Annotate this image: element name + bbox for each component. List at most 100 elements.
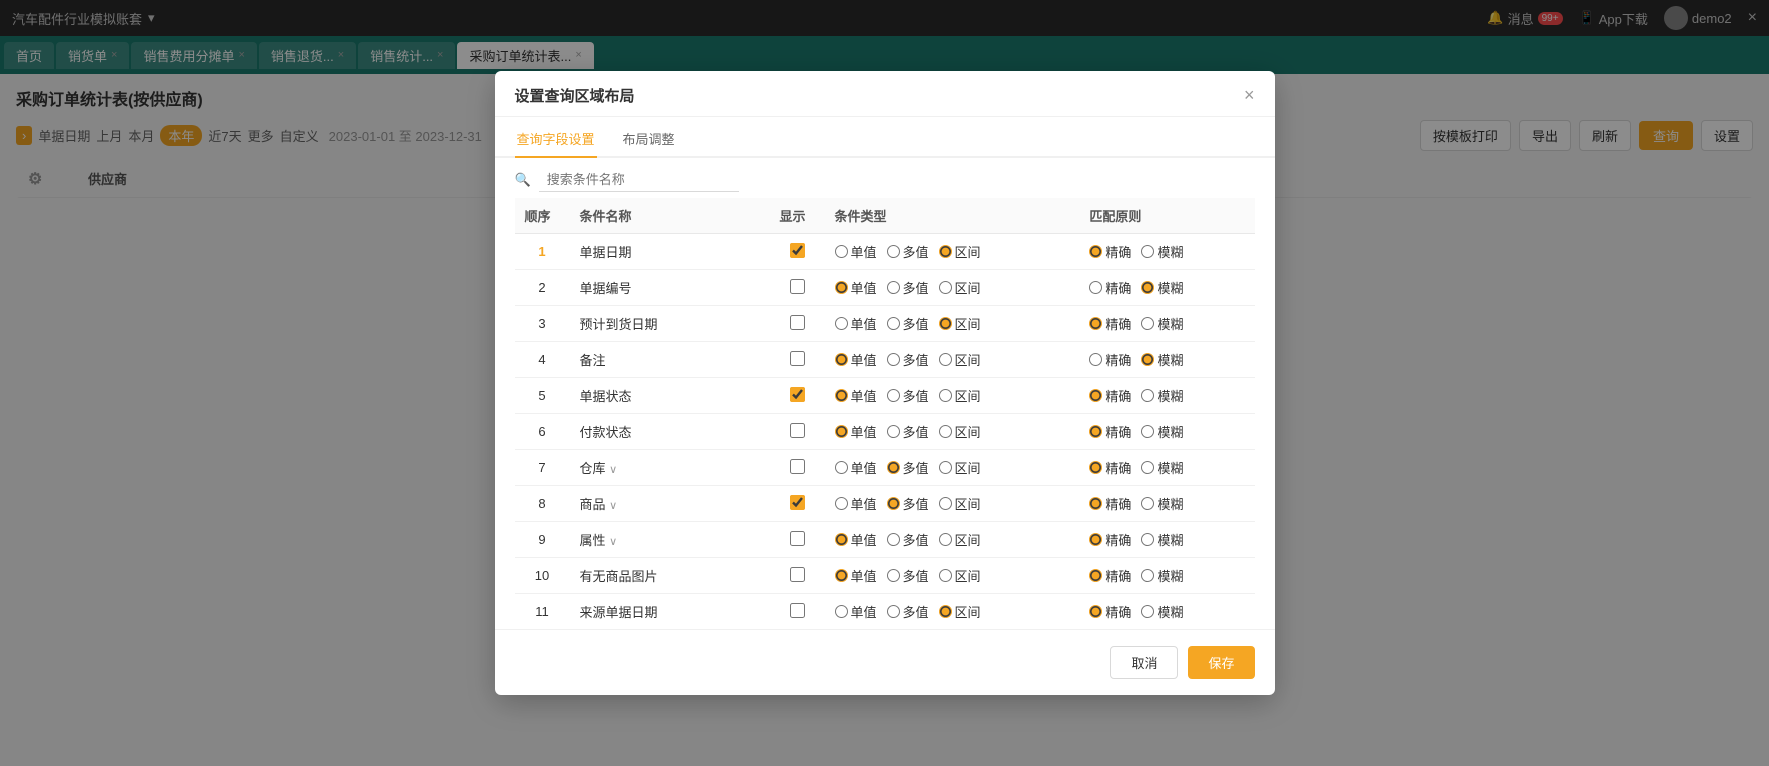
- match-radio-item-exact[interactable]: 精确: [1089, 566, 1131, 585]
- type-radio-item-multi[interactable]: 多值: [887, 350, 929, 369]
- type-radio-item-single[interactable]: 单值: [835, 566, 877, 585]
- type-radio-range[interactable]: [939, 425, 952, 438]
- match-radio-fuzzy[interactable]: [1141, 245, 1154, 258]
- display-checkbox[interactable]: [790, 423, 805, 438]
- match-radio-item-fuzzy[interactable]: 模糊: [1141, 458, 1183, 477]
- type-radio-item-multi[interactable]: 多值: [887, 602, 929, 621]
- type-radio-item-range[interactable]: 区间: [939, 350, 981, 369]
- type-radio-item-single[interactable]: 单值: [835, 422, 877, 441]
- type-radio-range[interactable]: [939, 461, 952, 474]
- match-radio-item-exact[interactable]: 精确: [1089, 278, 1131, 297]
- match-radio-exact[interactable]: [1089, 497, 1102, 510]
- type-radio-item-multi[interactable]: 多值: [887, 422, 929, 441]
- match-radio-item-exact[interactable]: 精确: [1089, 314, 1131, 333]
- type-radio-multi[interactable]: [887, 281, 900, 294]
- match-radio-item-exact[interactable]: 精确: [1089, 602, 1131, 621]
- type-radio-single[interactable]: [835, 533, 848, 546]
- type-radio-item-multi[interactable]: 多值: [887, 494, 929, 513]
- display-checkbox[interactable]: [790, 495, 805, 510]
- type-radio-range[interactable]: [939, 569, 952, 582]
- save-button[interactable]: 保存: [1188, 646, 1254, 679]
- display-checkbox[interactable]: [790, 243, 805, 258]
- type-radio-single[interactable]: [835, 425, 848, 438]
- match-radio-fuzzy[interactable]: [1141, 605, 1154, 618]
- match-radio-item-exact[interactable]: 精确: [1089, 530, 1131, 549]
- match-radio-item-exact[interactable]: 精确: [1089, 386, 1131, 405]
- type-radio-multi[interactable]: [887, 245, 900, 258]
- tab-layout-adjust[interactable]: 布局调整: [621, 121, 677, 158]
- match-radio-exact[interactable]: [1089, 569, 1102, 582]
- match-radio-fuzzy[interactable]: [1141, 461, 1154, 474]
- tab-query-fields[interactable]: 查询字段设置: [515, 121, 597, 158]
- display-checkbox[interactable]: [790, 351, 805, 366]
- type-radio-multi[interactable]: [887, 389, 900, 402]
- type-radio-multi[interactable]: [887, 533, 900, 546]
- type-radio-single[interactable]: [835, 317, 848, 330]
- type-radio-item-range[interactable]: 区间: [939, 242, 981, 261]
- match-radio-item-fuzzy[interactable]: 模糊: [1141, 386, 1183, 405]
- type-radio-item-single[interactable]: 单值: [835, 494, 877, 513]
- type-radio-item-single[interactable]: 单值: [835, 602, 877, 621]
- dialog-close-button[interactable]: ×: [1244, 85, 1255, 106]
- type-radio-range[interactable]: [939, 389, 952, 402]
- match-radio-fuzzy[interactable]: [1141, 389, 1154, 402]
- search-input[interactable]: [539, 168, 739, 192]
- match-radio-item-fuzzy[interactable]: 模糊: [1141, 494, 1183, 513]
- type-radio-item-single[interactable]: 单值: [835, 278, 877, 297]
- type-radio-multi[interactable]: [887, 353, 900, 366]
- type-radio-range[interactable]: [939, 245, 952, 258]
- match-radio-exact[interactable]: [1089, 317, 1102, 330]
- match-radio-item-fuzzy[interactable]: 模糊: [1141, 530, 1183, 549]
- type-radio-range[interactable]: [939, 497, 952, 510]
- match-radio-item-fuzzy[interactable]: 模糊: [1141, 242, 1183, 261]
- type-radio-item-range[interactable]: 区间: [939, 278, 981, 297]
- type-radio-item-single[interactable]: 单值: [835, 386, 877, 405]
- match-radio-item-exact[interactable]: 精确: [1089, 494, 1131, 513]
- type-radio-single[interactable]: [835, 461, 848, 474]
- type-radio-range[interactable]: [939, 533, 952, 546]
- match-radio-item-fuzzy[interactable]: 模糊: [1141, 350, 1183, 369]
- match-radio-exact[interactable]: [1089, 425, 1102, 438]
- type-radio-multi[interactable]: [887, 461, 900, 474]
- match-radio-exact[interactable]: [1089, 605, 1102, 618]
- match-radio-item-exact[interactable]: 精确: [1089, 242, 1131, 261]
- match-radio-exact[interactable]: [1089, 533, 1102, 546]
- type-radio-item-range[interactable]: 区间: [939, 458, 981, 477]
- type-radio-item-multi[interactable]: 多值: [887, 242, 929, 261]
- type-radio-item-multi[interactable]: 多值: [887, 278, 929, 297]
- type-radio-item-range[interactable]: 区间: [939, 566, 981, 585]
- match-radio-item-fuzzy[interactable]: 模糊: [1141, 314, 1183, 333]
- match-radio-exact[interactable]: [1089, 353, 1102, 366]
- type-radio-item-multi[interactable]: 多值: [887, 530, 929, 549]
- type-radio-item-single[interactable]: 单值: [835, 242, 877, 261]
- match-radio-exact[interactable]: [1089, 461, 1102, 474]
- type-radio-single[interactable]: [835, 245, 848, 258]
- type-radio-item-range[interactable]: 区间: [939, 314, 981, 333]
- type-radio-single[interactable]: [835, 569, 848, 582]
- match-radio-exact[interactable]: [1089, 389, 1102, 402]
- type-radio-item-single[interactable]: 单值: [835, 458, 877, 477]
- match-radio-fuzzy[interactable]: [1141, 533, 1154, 546]
- match-radio-item-exact[interactable]: 精确: [1089, 458, 1131, 477]
- display-checkbox[interactable]: [790, 279, 805, 294]
- type-radio-range[interactable]: [939, 605, 952, 618]
- type-radio-range[interactable]: [939, 353, 952, 366]
- type-radio-single[interactable]: [835, 497, 848, 510]
- display-checkbox[interactable]: [790, 387, 805, 402]
- match-radio-fuzzy[interactable]: [1141, 425, 1154, 438]
- type-radio-item-multi[interactable]: 多值: [887, 386, 929, 405]
- type-radio-multi[interactable]: [887, 317, 900, 330]
- match-radio-item-exact[interactable]: 精确: [1089, 350, 1131, 369]
- match-radio-item-fuzzy[interactable]: 模糊: [1141, 422, 1183, 441]
- match-radio-item-fuzzy[interactable]: 模糊: [1141, 566, 1183, 585]
- match-radio-fuzzy[interactable]: [1141, 281, 1154, 294]
- type-radio-item-range[interactable]: 区间: [939, 386, 981, 405]
- type-radio-single[interactable]: [835, 605, 848, 618]
- type-radio-multi[interactable]: [887, 569, 900, 582]
- match-radio-item-fuzzy[interactable]: 模糊: [1141, 602, 1183, 621]
- type-radio-item-single[interactable]: 单值: [835, 314, 877, 333]
- match-radio-fuzzy[interactable]: [1141, 353, 1154, 366]
- match-radio-exact[interactable]: [1089, 245, 1102, 258]
- type-radio-multi[interactable]: [887, 497, 900, 510]
- display-checkbox[interactable]: [790, 567, 805, 582]
